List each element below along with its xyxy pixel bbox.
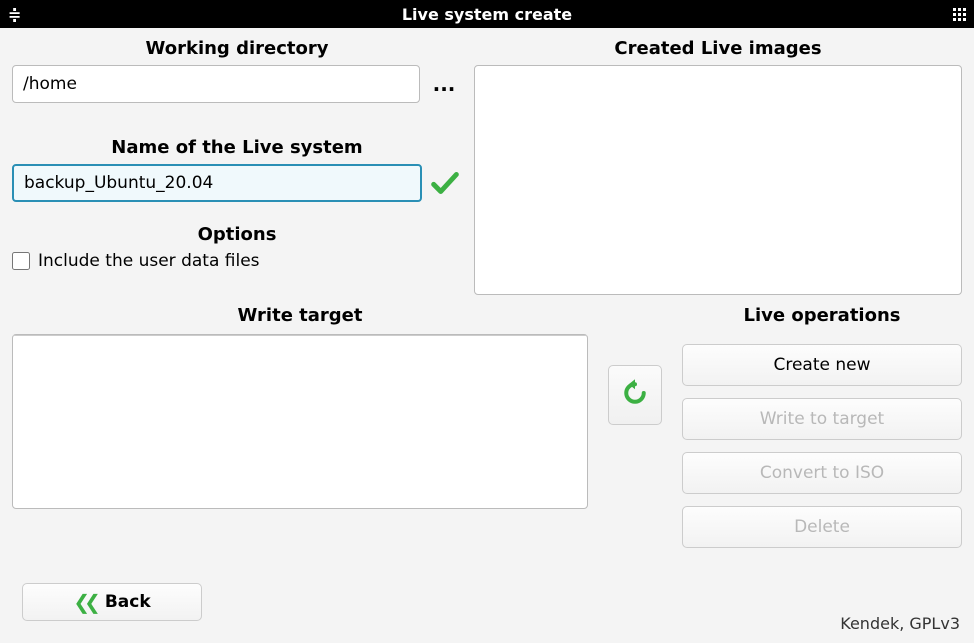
titlebar: ≑ Live system create [0,0,974,28]
working-directory-section: Working directory ... [12,38,462,127]
write-target-section: Write target [12,305,588,509]
app-grid-icon[interactable] [953,8,966,21]
valid-checkmark-icon [428,166,462,200]
created-images-listbox[interactable] [474,65,962,295]
live-operations-label: Live operations [682,305,962,326]
options-label: Options [12,224,462,245]
footer-credit: Kendek, GPLv3 [840,614,960,633]
live-operations-section: Live operations Create new Write to targ… [682,305,962,548]
working-directory-input[interactable] [12,65,420,103]
refresh-button[interactable] [608,365,662,425]
include-user-data-row[interactable]: Include the user data files [12,251,462,271]
created-images-label: Created Live images [474,38,962,59]
convert-to-iso-button[interactable]: Convert to ISO [682,452,962,494]
delete-button[interactable]: Delete [682,506,962,548]
write-target-table[interactable] [12,334,588,509]
refresh-icon [620,378,650,412]
live-system-name-input[interactable] [12,164,422,202]
browse-button[interactable]: ... [426,65,462,103]
create-new-button[interactable]: Create new [682,344,962,386]
write-to-target-button[interactable]: Write to target [682,398,962,440]
back-label: Back [105,592,151,612]
live-name-section: Name of the Live system Options Include … [12,137,462,295]
include-user-data-label: Include the user data files [38,251,260,271]
window-title: Live system create [402,5,572,24]
back-button[interactable]: ❮❮ Back [22,583,202,621]
window-menu-icon[interactable]: ≑ [8,5,21,24]
write-target-label: Write target [12,305,588,326]
back-chevron-icon: ❮❮ [73,590,95,614]
working-directory-label: Working directory [12,38,462,59]
table-header [13,335,587,336]
live-name-label: Name of the Live system [12,137,462,158]
include-user-data-checkbox[interactable] [12,252,30,270]
created-images-section: Created Live images [474,38,962,295]
